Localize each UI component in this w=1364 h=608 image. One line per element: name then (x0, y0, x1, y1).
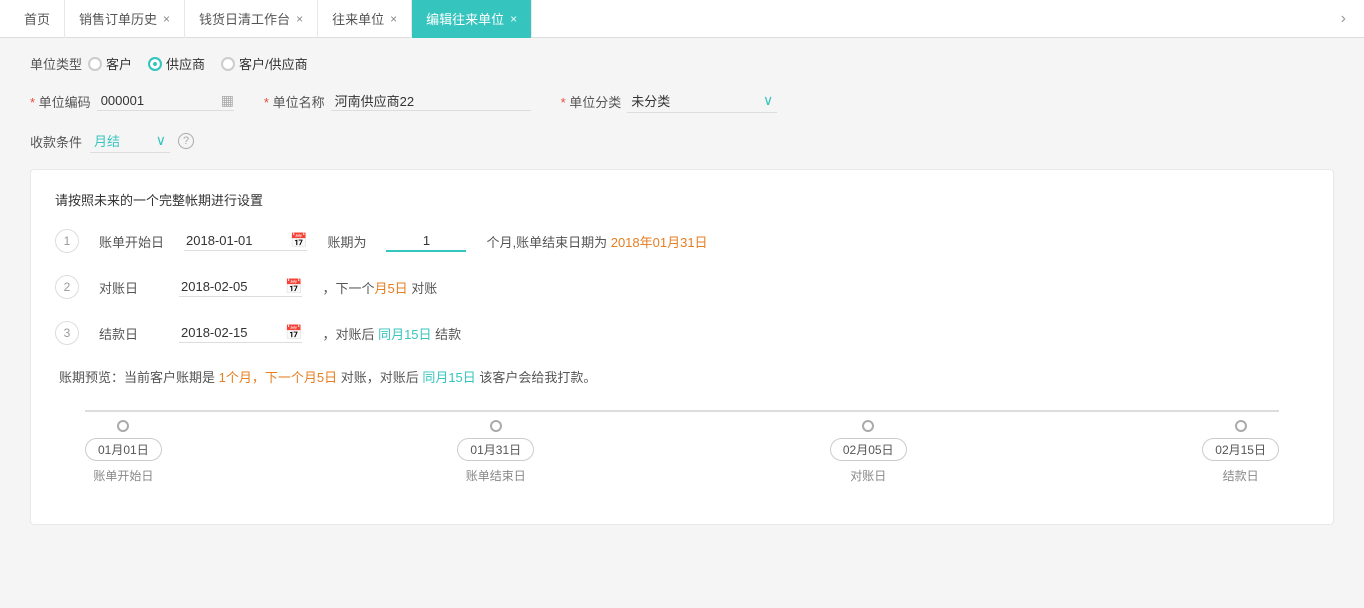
step-3-row: 3 结款日 📅 ，对账后 同月15日 结款 (55, 321, 1309, 345)
card-title: 请按照未来的一个完整帐期进行设置 (55, 190, 1309, 209)
payment-condition-chevron: ∨ (156, 132, 166, 149)
page-content: 单位类型 客户 供应商 客户/供应商 单位编码 (0, 38, 1364, 553)
unit-code-field: 单位编码 ▦ (30, 91, 234, 111)
step-1-desc-post: 个月,账单结束日期为 2018年01月31日 (486, 232, 707, 251)
step-2-row: 2 对账日 📅 ，下一个月5日 对账 (55, 275, 1309, 299)
unit-category-value: 未分类 (631, 91, 670, 110)
payment-condition-value: 月结 (94, 131, 120, 150)
tab-sales-history-label: 销售订单历史 (79, 9, 157, 28)
settings-card: 请按照未来的一个完整帐期进行设置 1 账单开始日 📅 账期为 个月,账单结束日期… (30, 169, 1334, 525)
step-2-calendar-icon[interactable]: 📅 (285, 278, 302, 295)
step-1-date[interactable] (184, 231, 284, 250)
timeline-nodes: 01月01日 账单开始日 01月31日 账单结束日 02月05日 对账日 02月… (75, 420, 1289, 484)
radio-both-circle (221, 57, 235, 71)
step-3-desc: ，对账后 同月15日 结款 (322, 324, 461, 343)
step-1-row: 1 账单开始日 📅 账期为 个月,账单结束日期为 2018年01月31日 (55, 229, 1309, 253)
tl-label-1: 账单结束日 (466, 467, 526, 484)
tl-bubble-1: 01月31日 (457, 438, 534, 461)
timeline-node-3: 02月15日 结款日 (1202, 420, 1279, 484)
step-2-date-input: 📅 (179, 277, 302, 297)
tab-cash-work-label: 钱货日清工作台 (199, 9, 290, 28)
radio-both[interactable]: 客户/供应商 (221, 54, 308, 73)
tl-bubble-2: 02月05日 (830, 438, 907, 461)
unit-category-chevron: ∨ (763, 92, 773, 109)
step-1-desc-pre: 账期为 (327, 232, 366, 251)
tl-dot-3 (1235, 420, 1247, 432)
tab-sales-history[interactable]: 销售订单历史 × (65, 0, 185, 38)
timeline-line (85, 410, 1279, 412)
unit-type-row: 单位类型 客户 供应商 客户/供应商 (30, 54, 1334, 73)
unit-name-input[interactable] (331, 91, 531, 111)
tab-cash-work-close[interactable]: × (296, 12, 303, 26)
unit-category-select[interactable]: 未分类 ∨ (627, 89, 777, 113)
step-1-label: 账单开始日 (99, 232, 164, 251)
tab-partners-close[interactable]: × (390, 12, 397, 26)
step-2-num: 2 (55, 275, 79, 299)
radio-supplier[interactable]: 供应商 (148, 54, 205, 73)
step-1-num: 1 (55, 229, 79, 253)
tl-bubble-0: 01月01日 (85, 438, 162, 461)
timeline-node-2: 02月05日 对账日 (830, 420, 907, 484)
timeline-container: 01月01日 账单开始日 01月31日 账单结束日 02月05日 对账日 02月… (55, 404, 1309, 504)
tabs-more-button[interactable]: › (1333, 10, 1354, 28)
payment-condition-label: 收款条件 (30, 132, 82, 151)
step-3-date[interactable] (179, 323, 279, 342)
tab-edit-partner[interactable]: 编辑往来单位 × (412, 0, 532, 38)
tabs-bar: 首页 销售订单历史 × 钱货日清工作台 × 往来单位 × 编辑往来单位 × › (0, 0, 1364, 38)
step-1-date-input: 📅 (184, 231, 307, 251)
step-2-desc: ，下一个月5日 对账 (322, 278, 437, 297)
tab-home-label: 首页 (24, 9, 50, 28)
payment-condition-row: 收款条件 月结 ∨ ? (30, 129, 1334, 153)
tl-label-0: 账单开始日 (93, 467, 153, 484)
tl-dot-0 (117, 420, 129, 432)
unit-code-input-wrapper: ▦ (97, 91, 234, 111)
unit-code-label: 单位编码 (30, 92, 91, 111)
tl-dot-2 (862, 420, 874, 432)
tab-partners[interactable]: 往来单位 × (318, 0, 412, 38)
unit-name-label: 单位名称 (264, 92, 325, 111)
preview-row: 账期预览：当前客户账期是 1个月，下一个月5日 对账，对账后 同月15日 该客户… (55, 367, 1309, 386)
unit-type-label: 单位类型 (30, 54, 82, 73)
unit-code-icon[interactable]: ▦ (221, 92, 234, 109)
unit-type-radio-group: 客户 供应商 客户/供应商 (88, 54, 308, 73)
unit-details-row: 单位编码 ▦ 单位名称 单位分类 未分类 ∨ (30, 89, 1334, 113)
radio-supplier-circle (148, 57, 162, 71)
timeline-node-1: 01月31日 账单结束日 (457, 420, 534, 484)
unit-code-input[interactable] (97, 91, 217, 110)
help-icon[interactable]: ? (178, 133, 194, 149)
step-3-num: 3 (55, 321, 79, 345)
radio-supplier-label: 供应商 (166, 54, 205, 73)
unit-category-field: 单位分类 未分类 ∨ (561, 89, 778, 113)
tab-cash-work[interactable]: 钱货日清工作台 × (185, 0, 318, 38)
tl-label-2: 对账日 (850, 467, 886, 484)
step-3-date-input: 📅 (179, 323, 302, 343)
radio-customer-label: 客户 (106, 54, 132, 73)
radio-both-label: 客户/供应商 (239, 54, 308, 73)
radio-customer[interactable]: 客户 (88, 54, 132, 73)
unit-category-label: 单位分类 (561, 92, 622, 111)
unit-type-field: 单位类型 客户 供应商 客户/供应商 (30, 54, 308, 73)
radio-customer-circle (88, 57, 102, 71)
tl-label-3: 结款日 (1223, 467, 1259, 484)
tl-bubble-3: 02月15日 (1202, 438, 1279, 461)
step-2-date[interactable] (179, 277, 279, 296)
step-3-label: 结款日 (99, 324, 159, 343)
step-1-month-input[interactable] (386, 231, 466, 252)
tl-dot-1 (490, 420, 502, 432)
preview-label: 账期预览：当前客户账期是 1个月，下一个月5日 对账，对账后 同月15日 该客户… (59, 367, 596, 386)
payment-condition-select[interactable]: 月结 ∨ (90, 129, 170, 153)
tab-edit-partner-close[interactable]: × (510, 12, 517, 26)
step-1-calendar-icon[interactable]: 📅 (290, 232, 307, 249)
unit-name-field: 单位名称 (264, 91, 531, 111)
tab-edit-partner-label: 编辑往来单位 (426, 9, 504, 28)
step-2-label: 对账日 (99, 278, 159, 297)
tab-partners-label: 往来单位 (332, 9, 384, 28)
timeline-node-0: 01月01日 账单开始日 (85, 420, 162, 484)
tab-home[interactable]: 首页 (10, 0, 65, 38)
step-3-calendar-icon[interactable]: 📅 (285, 324, 302, 341)
tab-sales-history-close[interactable]: × (163, 12, 170, 26)
step-1-end-date: 2018年01月31日 (611, 235, 708, 250)
